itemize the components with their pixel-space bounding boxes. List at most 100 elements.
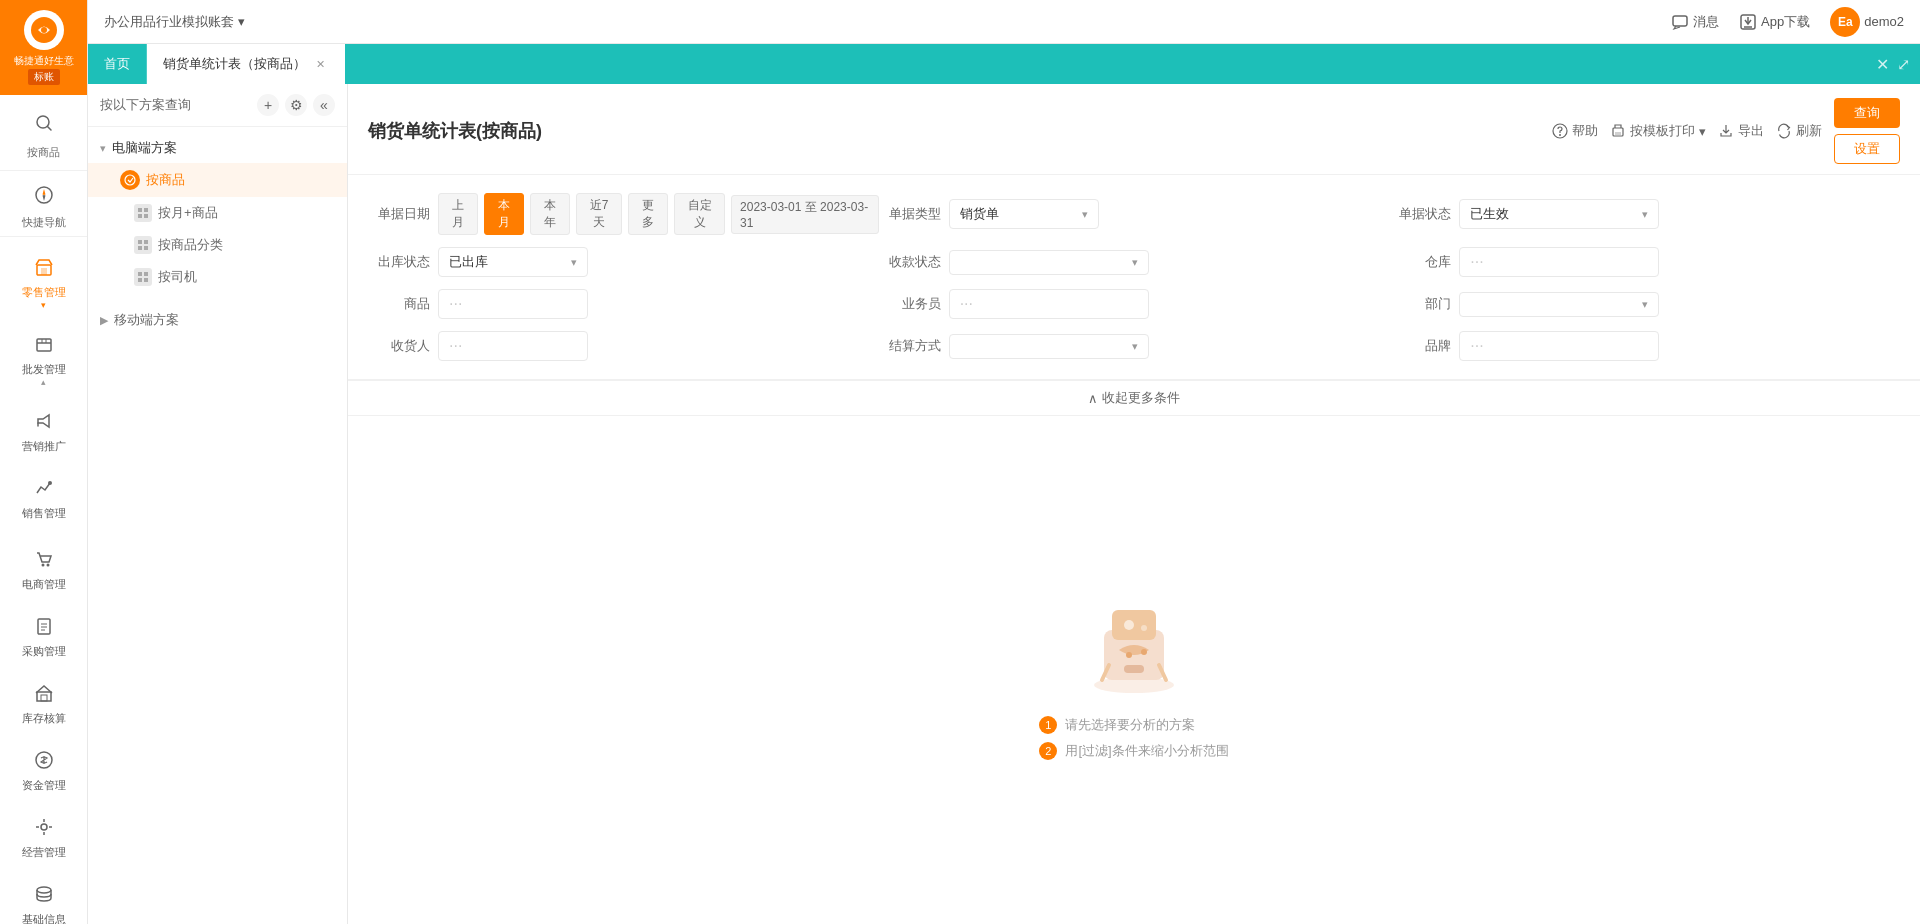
- sidebar-item-ecommerce[interactable]: 电商管理: [0, 533, 87, 600]
- doctype-select[interactable]: 销货单 ▾: [949, 199, 1099, 229]
- filter-col-brand: 品牌 ···: [1389, 325, 1900, 367]
- outstatus-label: 出库状态: [368, 253, 438, 271]
- sidebar-item-wholesale[interactable]: 批发管理 ▴: [0, 318, 87, 395]
- warehouse-input[interactable]: ···: [1459, 247, 1659, 277]
- warehouse-dots[interactable]: ···: [1470, 253, 1483, 271]
- inventory-label: 库存核算: [22, 711, 66, 726]
- mobile-group-label: 移动端方案: [114, 311, 179, 329]
- settings-plan-button[interactable]: ⚙: [285, 94, 307, 116]
- last7-btn[interactable]: 近7天: [576, 193, 622, 235]
- product-label: 商品: [368, 295, 438, 313]
- consignee-label: 收货人: [368, 337, 438, 355]
- empty-hints: 1 请先选择要分析的方案 2 用[过滤]条件来缩小分析范围: [1039, 716, 1228, 760]
- sidebar-item-basic[interactable]: 基础信息: [0, 868, 87, 924]
- more-date-btn[interactable]: 更多: [628, 193, 668, 235]
- print-button[interactable]: 按模板打印 ▾: [1610, 122, 1706, 140]
- warehouse-icon: [34, 683, 54, 703]
- settlement-select[interactable]: ▾: [949, 334, 1149, 359]
- sidebar-item-marketing[interactable]: 营销推广: [0, 395, 87, 462]
- date-range-display[interactable]: 2023-03-01 至 2023-03-31: [731, 195, 879, 234]
- industry-chevron: ▾: [238, 14, 245, 29]
- message-action[interactable]: 消息: [1671, 13, 1719, 31]
- tab-home[interactable]: 首页: [88, 44, 147, 84]
- quick-nav-icon[interactable]: [26, 177, 62, 213]
- refresh-button[interactable]: 刷新: [1776, 122, 1822, 140]
- collapse-arrow: ∧: [1088, 391, 1098, 406]
- outstatus-select[interactable]: 已出库 ▾: [438, 247, 588, 277]
- filter-col-salesperson: 业务员 ···: [879, 283, 1390, 325]
- desktop-plan-group[interactable]: ▾ 电脑端方案: [88, 133, 347, 163]
- sidebar-item-retail[interactable]: 零售管理 ▾: [0, 241, 87, 318]
- user-profile[interactable]: Ea demo2: [1830, 7, 1904, 37]
- export-button[interactable]: 导出: [1718, 122, 1764, 140]
- filter-col-dept: 部门 ▾: [1389, 283, 1900, 325]
- tab-close-all-icon[interactable]: ✕: [1876, 55, 1889, 74]
- add-plan-button[interactable]: +: [257, 94, 279, 116]
- sidebar-search-section: 按商品: [0, 95, 87, 171]
- salesperson-input[interactable]: ···: [949, 289, 1149, 319]
- marketing-icon: [26, 403, 62, 439]
- sidebar-item-finance[interactable]: 资金管理: [0, 734, 87, 801]
- app-download-action[interactable]: App下载: [1739, 13, 1810, 31]
- tab-sales-stat[interactable]: 销货单统计表（按商品） ✕: [147, 44, 345, 84]
- dept-select[interactable]: ▾: [1459, 292, 1659, 317]
- logo-text: 畅捷通好生意: [14, 54, 74, 67]
- filter-area: 单据日期 上月 本月 本年 近7天 更多 自定义 2023-03-01 至 20…: [348, 175, 1920, 380]
- consignee-input[interactable]: ···: [438, 331, 588, 361]
- mobile-group-arrow: ▶: [100, 314, 108, 327]
- product-icon-svg: [124, 174, 136, 186]
- docstatus-select[interactable]: 已生效 ▾: [1459, 199, 1659, 229]
- sidebar-item-operations[interactable]: 经营管理: [0, 801, 87, 868]
- query-button[interactable]: 查询: [1834, 98, 1900, 128]
- brand-input[interactable]: ···: [1459, 331, 1659, 361]
- svg-rect-43: [138, 272, 142, 276]
- help-button[interactable]: 帮助: [1552, 122, 1598, 140]
- consignee-dots[interactable]: ···: [449, 337, 462, 355]
- tab-maximize-icon[interactable]: ⤢: [1897, 55, 1910, 74]
- main-wrap: 办公用品行业模拟账套 ▾ 消息 App下载: [88, 0, 1920, 924]
- this-year-btn[interactable]: 本年: [530, 193, 570, 235]
- last-month-btn[interactable]: 上月: [438, 193, 478, 235]
- svg-rect-44: [144, 272, 148, 276]
- plan-item-by-printer[interactable]: 按司机: [88, 261, 347, 293]
- svg-point-54: [1124, 620, 1134, 630]
- sidebar-item-procurement[interactable]: 采购管理: [0, 600, 87, 667]
- grid-icon-3: [137, 271, 149, 283]
- industry-select[interactable]: 办公用品行业模拟账套 ▾: [104, 13, 245, 31]
- right-main: 销货单统计表(按商品) 帮助: [348, 84, 1920, 924]
- mobile-plan-group[interactable]: ▶ 移动端方案: [88, 305, 347, 335]
- product-input[interactable]: ···: [438, 289, 588, 319]
- svg-point-9: [41, 564, 44, 567]
- receiptstatus-select[interactable]: ▾: [949, 250, 1149, 275]
- outstatus-control: 已出库 ▾: [438, 247, 879, 277]
- plan-item-by-month-product[interactable]: 按月+商品: [88, 197, 347, 229]
- this-month-btn[interactable]: 本月: [484, 193, 524, 235]
- filter-col-doctype: 单据类型 销货单 ▾: [879, 187, 1390, 241]
- product-dots[interactable]: ···: [449, 295, 462, 313]
- brand-dots[interactable]: ···: [1470, 337, 1483, 355]
- filter-row-1: 单据日期 上月 本月 本年 近7天 更多 自定义 2023-03-01 至 20…: [368, 187, 1900, 241]
- user-name: demo2: [1864, 14, 1904, 29]
- sidebar-item-sales[interactable]: 销售管理: [0, 462, 87, 529]
- page-title-bar: 销货单统计表(按商品) 帮助: [348, 84, 1920, 175]
- sidebar-item-inventory[interactable]: 库存核算: [0, 667, 87, 734]
- megaphone-icon: [34, 411, 54, 431]
- tab-close-button[interactable]: ✕: [312, 56, 328, 72]
- left-panel: 按以下方案查询 + ⚙ « ▾ 电脑端方案: [88, 84, 348, 924]
- docstatus-control: 已生效 ▾: [1459, 199, 1900, 229]
- plan-item-by-product[interactable]: 按商品: [88, 163, 347, 197]
- search-icon-wrap[interactable]: [26, 105, 62, 141]
- inventory-icon: [26, 675, 62, 711]
- help-label: 帮助: [1572, 122, 1598, 140]
- quick-nav-label: 快捷导航: [22, 215, 66, 230]
- settings-button[interactable]: 设置: [1834, 134, 1900, 164]
- receiptstatus-control: ▾: [949, 250, 1390, 275]
- salesperson-dots[interactable]: ···: [960, 295, 973, 313]
- left-panel-header: 按以下方案查询 + ⚙ «: [88, 84, 347, 127]
- svg-rect-38: [144, 214, 148, 218]
- collapse-bar[interactable]: ∧ 收起更多条件: [348, 380, 1920, 416]
- collapse-panel-button[interactable]: «: [313, 94, 335, 116]
- custom-date-btn[interactable]: 自定义: [674, 193, 725, 235]
- filter-col-product: 商品 ···: [368, 283, 879, 325]
- plan-item-by-category[interactable]: 按商品分类: [88, 229, 347, 261]
